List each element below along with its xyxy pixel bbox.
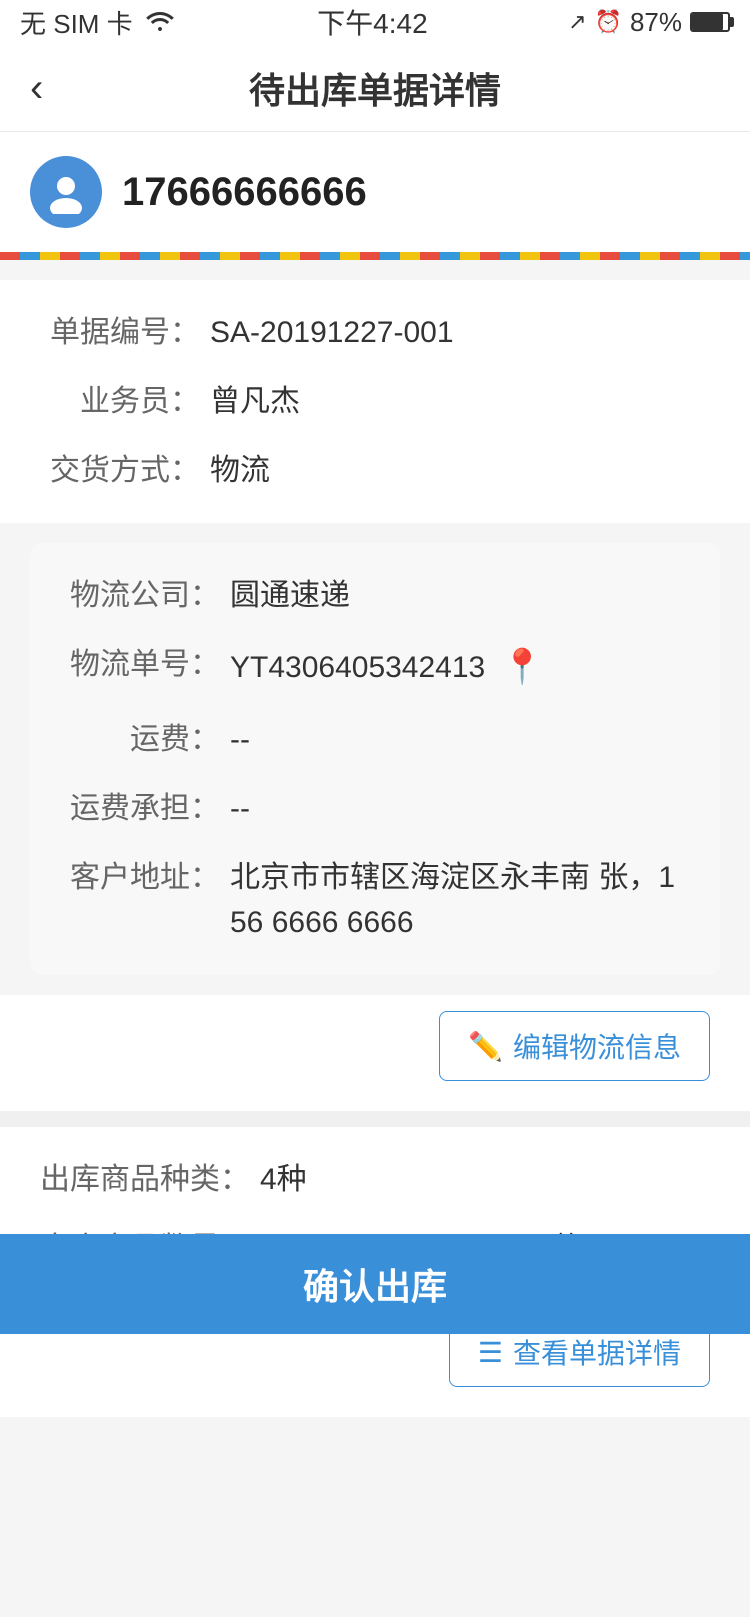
goods-type-value: 4种 [260,1157,710,1202]
back-button[interactable]: ‹ [30,68,63,108]
location-status-icon: ↗ [568,9,586,35]
freight-value: -- [230,717,690,762]
address-row: 客户地址： 北京市市辖区海淀区永丰南 张，156 6666 6666 [60,855,690,945]
delivery-row: 交货方式： 物流 [40,448,710,493]
salesman-value: 曾凡杰 [210,379,710,424]
freight-row: 运费： -- [60,717,690,762]
goods-type-label: 出库商品种类： [40,1157,250,1202]
freight-bear-value: -- [230,786,690,831]
customer-phone: 17666666666 [122,170,367,215]
avatar [30,156,102,228]
battery-label: 87% [630,7,682,38]
tracking-value-container: YT4306405342413 📍 [230,642,690,693]
edit-logistics-button[interactable]: ✏️ 编辑物流信息 [439,1011,710,1081]
status-left: 无 SIM 卡 [20,4,177,41]
battery-icon [690,12,730,32]
edit-icon: ✏️ [468,1030,503,1063]
delivery-label: 交货方式： [40,448,200,493]
edit-btn-row: ✏️ 编辑物流信息 [0,995,750,1111]
doc-number-row: 单据编号： SA-20191227-001 [40,310,710,355]
confirm-btn-bar[interactable]: 确认出库 [0,1234,750,1334]
freight-label: 运费： [60,717,220,762]
carrier-label: 无 SIM 卡 [20,4,133,41]
address-value: 北京市市辖区海淀区永丰南 张，156 6666 6666 [230,855,690,945]
doc-number-value: SA-20191227-001 [210,310,710,355]
goods-type-row: 出库商品种类： 4种 [40,1157,710,1202]
logistics-section: 物流公司： 圆通速递 物流单号： YT4306405342413 📍 运费： -… [30,543,720,975]
order-info-section: 单据编号： SA-20191227-001 业务员： 曾凡杰 交货方式： 物流 [0,280,750,523]
customer-header: 17666666666 [0,132,750,252]
dashed-divider [0,252,750,260]
edit-btn-label: 编辑物流信息 [513,1026,681,1066]
nav-bar: ‹ 待出库单据详情 [0,44,750,132]
address-label: 客户地址： [60,855,220,900]
company-label: 物流公司： [60,573,220,618]
delivery-value: 物流 [210,448,710,493]
salesman-row: 业务员： 曾凡杰 [40,379,710,424]
user-icon [44,170,88,214]
content-spacer [0,1417,750,1617]
confirm-btn-label: 确认出库 [303,1258,447,1310]
tracking-number: YT4306405342413 [230,645,485,690]
page-title: 待出库单据详情 [249,62,501,114]
freight-bear-row: 运费承担： -- [60,786,690,831]
company-value: 圆通速递 [230,573,690,618]
section-divider [0,1111,750,1127]
view-btn-label: 查看单据详情 [513,1332,681,1372]
company-row: 物流公司： 圆通速递 [60,573,690,618]
location-pin-icon[interactable]: 📍 [501,642,543,693]
status-right: ↗ ⏰ 87% [568,7,730,38]
list-icon: ☰ [478,1336,503,1369]
wifi-icon [143,7,177,38]
alarm-icon: ⏰ [595,9,622,35]
status-time: 下午4:42 [317,2,428,42]
freight-bear-label: 运费承担： [60,786,220,831]
doc-number-label: 单据编号： [40,310,200,355]
status-bar: 无 SIM 卡 下午4:42 ↗ ⏰ 87% [0,0,750,44]
tracking-row: 物流单号： YT4306405342413 📍 [60,642,690,693]
salesman-label: 业务员： [40,379,200,424]
tracking-label: 物流单号： [60,642,220,687]
